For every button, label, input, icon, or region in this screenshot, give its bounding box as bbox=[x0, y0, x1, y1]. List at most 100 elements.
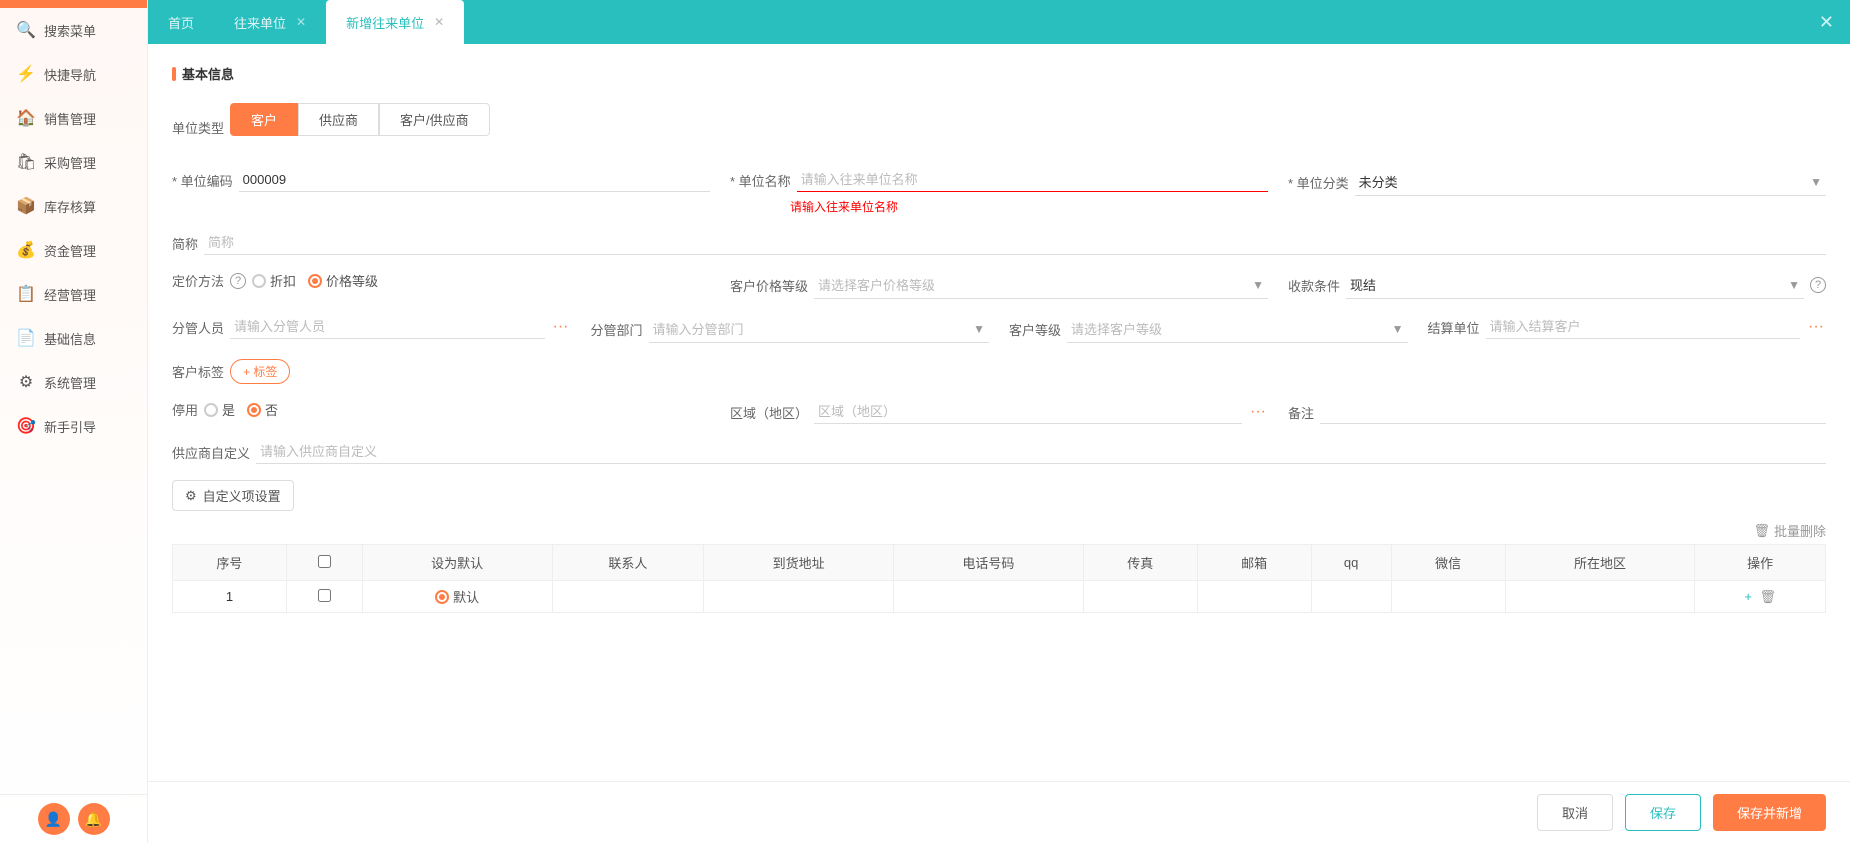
billing-unit-input[interactable] bbox=[1486, 315, 1801, 339]
notification-icon[interactable]: 🔔 bbox=[78, 803, 110, 835]
sidebar-item-operations[interactable]: 📋 经营管理 bbox=[0, 272, 147, 316]
table-row: 1 默认 bbox=[173, 581, 1826, 613]
department-select[interactable]: 请输入分管部门 ▼ bbox=[649, 315, 989, 343]
manager-dots[interactable]: ··· bbox=[551, 318, 571, 336]
form-row-short-name: 简称 bbox=[172, 231, 1826, 255]
col-header-wechat: 微信 bbox=[1391, 545, 1505, 581]
custom-settings-button[interactable]: ⚙ 自定义项设置 bbox=[172, 480, 294, 511]
row-delete-icon[interactable]: 🗑 bbox=[1760, 589, 1777, 604]
sidebar-item-basic[interactable]: 📄 基础信息 bbox=[0, 316, 147, 360]
form-row-1: * 单位编码 * 单位名称 请输入往来单位名称 * 单位分类 未分类 bbox=[172, 168, 1826, 215]
sidebar-item-sales[interactable]: 🏠 销售管理 bbox=[0, 96, 147, 140]
payment-terms-value: 现结 bbox=[1350, 275, 1376, 294]
radio-yes-circle bbox=[204, 403, 218, 417]
sidebar-item-guide[interactable]: 🎯 新手引导 bbox=[0, 404, 147, 448]
pricing-radio-discount[interactable]: 折扣 bbox=[252, 271, 296, 290]
disabled-field: 停用 是 否 bbox=[172, 400, 710, 419]
close-all-tabs[interactable]: ✕ bbox=[1819, 12, 1834, 33]
payment-terms-help-icon[interactable]: ? bbox=[1810, 277, 1826, 293]
unit-name-input[interactable] bbox=[797, 168, 1268, 192]
unit-type-btn-supplier[interactable]: 供应商 bbox=[298, 103, 379, 136]
section-title-text: 基本信息 bbox=[182, 64, 234, 83]
unit-type-label: 单位类型 bbox=[172, 118, 224, 137]
payment-terms-field: 收款条件 现结 ▼ ? bbox=[1288, 271, 1826, 299]
sidebar-item-search[interactable]: 🔍 搜索菜单 bbox=[0, 8, 147, 52]
col-header-contact: 联系人 bbox=[552, 545, 704, 581]
col-header-phone: 电话号码 bbox=[894, 545, 1084, 581]
customer-price-level-placeholder: 请选择客户价格等级 bbox=[818, 275, 935, 294]
disabled-radio-group: 是 否 bbox=[204, 400, 278, 419]
col-header-action: 操作 bbox=[1695, 545, 1826, 581]
sidebar-item-purchase[interactable]: 🛍 采购管理 bbox=[0, 140, 147, 184]
row-wechat bbox=[1391, 581, 1505, 613]
unit-category-select[interactable]: 未分类 ▼ bbox=[1355, 168, 1826, 196]
form-row-manager: 分管人员 ··· 分管部门 请输入分管部门 ▼ 客户等级 请选择客户等级 ▼ bbox=[172, 315, 1826, 343]
target-icon: 🎯 bbox=[16, 416, 36, 436]
table-header-row: 序号 设为默认 联系人 到货地址 电话号码 传真 邮箱 qq 微信 所在地区 操… bbox=[173, 545, 1826, 581]
supplier-custom-field: 供应商自定义 bbox=[172, 440, 1826, 464]
unit-type-btn-customer[interactable]: 客户 bbox=[230, 103, 298, 136]
department-label: 分管部门 bbox=[591, 320, 643, 339]
department-field: 分管部门 请输入分管部门 ▼ bbox=[591, 315, 990, 343]
tab-home[interactable]: 首页 bbox=[148, 0, 214, 44]
row-address bbox=[704, 581, 894, 613]
radio-no-circle bbox=[247, 403, 261, 417]
tab-partner-close[interactable]: ✕ bbox=[296, 15, 306, 29]
clipboard-icon: 📋 bbox=[16, 284, 36, 304]
save-button[interactable]: 保存 bbox=[1625, 794, 1701, 831]
remark-input[interactable] bbox=[1320, 400, 1826, 424]
home-icon: 🏠 bbox=[16, 108, 36, 128]
cancel-button[interactable]: 取消 bbox=[1537, 794, 1613, 831]
customer-price-level-select[interactable]: 请选择客户价格等级 ▼ bbox=[814, 271, 1268, 299]
sidebar-item-quick-nav[interactable]: ⚡ 快捷导航 bbox=[0, 52, 147, 96]
manager-input[interactable] bbox=[230, 315, 545, 339]
chevron-down-icon-2: ▼ bbox=[1252, 278, 1264, 292]
tab-add-partner-close[interactable]: ✕ bbox=[434, 15, 444, 29]
region-input[interactable] bbox=[814, 400, 1242, 424]
add-tag-button[interactable]: + 标签 bbox=[230, 359, 290, 384]
sidebar-item-label: 采购管理 bbox=[44, 153, 96, 172]
billing-unit-label: 结算单位 bbox=[1428, 318, 1480, 337]
user-avatar[interactable]: 👤 bbox=[38, 803, 70, 835]
sidebar-item-finance[interactable]: 💰 资金管理 bbox=[0, 228, 147, 272]
row-default-radio[interactable]: 默认 bbox=[369, 587, 546, 606]
disabled-radio-yes[interactable]: 是 bbox=[204, 400, 235, 419]
tab-partner[interactable]: 往来单位 ✕ bbox=[214, 0, 326, 44]
sidebar-item-label: 经营管理 bbox=[44, 285, 96, 304]
radio-level-circle bbox=[308, 274, 322, 288]
row-add-icon[interactable]: + bbox=[1744, 589, 1752, 604]
unit-type-btn-both[interactable]: 客户/供应商 bbox=[379, 103, 490, 136]
batch-delete-icon: 🗑 bbox=[1753, 523, 1770, 539]
unit-code-input[interactable] bbox=[239, 168, 710, 192]
select-all-checkbox[interactable] bbox=[318, 555, 331, 568]
sidebar-top-accent bbox=[0, 0, 147, 8]
short-name-input[interactable] bbox=[204, 231, 1826, 255]
row-checkbox-input[interactable] bbox=[318, 589, 331, 602]
tab-bar: 首页 往来单位 ✕ 新增往来单位 ✕ ✕ bbox=[148, 0, 1850, 44]
sidebar-item-inventory[interactable]: 📦 库存核算 bbox=[0, 184, 147, 228]
tab-add-partner[interactable]: 新增往来单位 ✕ bbox=[326, 0, 464, 44]
batch-delete-button[interactable]: 🗑 批量删除 bbox=[1753, 521, 1826, 540]
sidebar-item-label: 销售管理 bbox=[44, 109, 96, 128]
customer-tag-label: 客户标签 bbox=[172, 362, 224, 381]
tab-add-partner-label: 新增往来单位 bbox=[346, 13, 424, 32]
col-header-qq: qq bbox=[1311, 545, 1391, 581]
pricing-radio-level[interactable]: 价格等级 bbox=[308, 271, 378, 290]
form-row-tag: 客户标签 + 标签 bbox=[172, 359, 1826, 384]
short-name-label: 简称 bbox=[172, 234, 198, 253]
save-and-new-button[interactable]: 保存并新增 bbox=[1713, 794, 1826, 831]
contacts-table: 序号 设为默认 联系人 到货地址 电话号码 传真 邮箱 qq 微信 所在地区 操… bbox=[172, 544, 1826, 613]
unit-name-wrapper bbox=[797, 168, 1268, 192]
form-row-disabled: 停用 是 否 区域（地区） ··· 备注 bbox=[172, 400, 1826, 424]
radio-level-label: 价格等级 bbox=[326, 271, 378, 290]
disabled-radio-no[interactable]: 否 bbox=[247, 400, 278, 419]
supplier-custom-input[interactable] bbox=[256, 440, 1826, 464]
row-default-label: 默认 bbox=[453, 587, 479, 606]
sidebar-item-system[interactable]: ⚙ 系统管理 bbox=[0, 360, 147, 404]
pricing-help-icon[interactable]: ? bbox=[230, 273, 246, 289]
region-label: 区域（地区） bbox=[730, 403, 808, 422]
region-dots[interactable]: ··· bbox=[1248, 403, 1268, 421]
customer-level-select[interactable]: 请选择客户等级 ▼ bbox=[1067, 315, 1407, 343]
billing-unit-dots[interactable]: ··· bbox=[1806, 318, 1826, 336]
payment-terms-select[interactable]: 现结 ▼ bbox=[1346, 271, 1804, 299]
